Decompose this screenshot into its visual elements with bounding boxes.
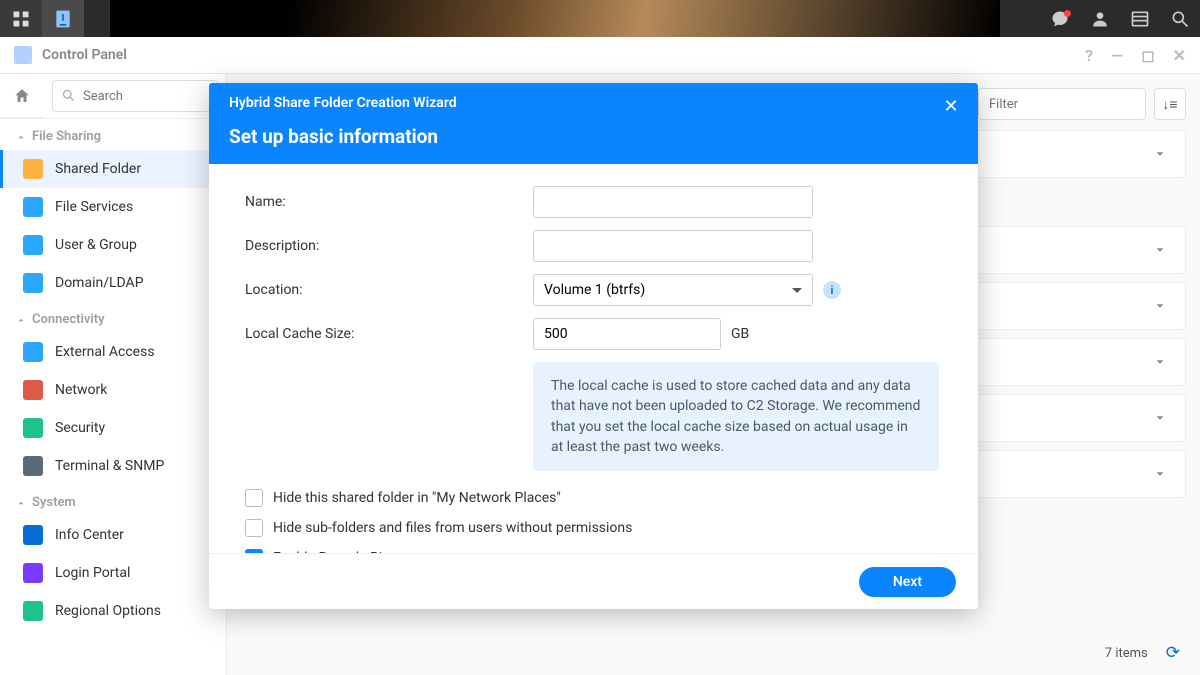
search-icon[interactable] bbox=[1160, 0, 1200, 37]
nav-icon bbox=[23, 235, 43, 255]
cache-size-input[interactable] bbox=[533, 318, 721, 350]
nav-icon bbox=[23, 342, 43, 362]
nav-label: Security bbox=[55, 420, 105, 436]
nav-icon bbox=[23, 273, 43, 293]
window-app-icon bbox=[14, 46, 32, 64]
cache-size-unit: GB bbox=[731, 326, 749, 342]
nav-icon bbox=[23, 418, 43, 438]
name-label: Name: bbox=[245, 194, 533, 210]
sidebar-group-header[interactable]: Connectivity bbox=[0, 302, 226, 333]
sidebar-item-shared-folder[interactable]: Shared Folder bbox=[0, 150, 226, 188]
cache-info-note: The local cache is used to store cached … bbox=[533, 362, 939, 471]
modal-footer: Next bbox=[209, 553, 978, 609]
sidebar-item-regional-options[interactable]: Regional Options bbox=[0, 592, 226, 630]
next-button[interactable]: Next bbox=[859, 567, 956, 597]
nav-icon bbox=[23, 456, 43, 476]
nav-icon bbox=[23, 525, 43, 545]
item-count-label: 7 items bbox=[1105, 646, 1148, 661]
user-icon[interactable] bbox=[1080, 0, 1120, 37]
help-button[interactable]: ? bbox=[1085, 46, 1093, 65]
enable-recycle-bin-checkbox[interactable]: Enable Recycle Bin bbox=[245, 549, 942, 553]
cache-size-label: Local Cache Size: bbox=[245, 326, 533, 342]
minimize-button[interactable]: — bbox=[1111, 46, 1123, 65]
sidebar-item-domain-ldap[interactable]: Domain/LDAP bbox=[0, 264, 226, 302]
checkbox-icon bbox=[245, 489, 263, 507]
sidebar-item-external-access[interactable]: External Access bbox=[0, 333, 226, 371]
sidebar-item-file-services[interactable]: File Services bbox=[0, 188, 226, 226]
checkbox-icon bbox=[245, 519, 263, 537]
window-title: Control Panel bbox=[42, 47, 127, 63]
name-input[interactable] bbox=[533, 186, 813, 218]
hide-subfolders-checkbox[interactable]: Hide sub-folders and files from users wi… bbox=[245, 519, 942, 537]
nav-label: Login Portal bbox=[55, 565, 130, 581]
chevron-up-icon bbox=[16, 315, 26, 325]
nav-label: Network bbox=[55, 382, 107, 398]
chevron-down-icon bbox=[1153, 147, 1167, 161]
system-bar bbox=[0, 0, 1200, 37]
chevron-down-icon bbox=[1153, 411, 1167, 425]
main-menu-button[interactable] bbox=[0, 0, 42, 37]
control-panel-task-button[interactable] bbox=[42, 0, 84, 37]
location-label: Location: bbox=[245, 282, 533, 298]
nav-label: User & Group bbox=[55, 237, 137, 253]
filter-input[interactable] bbox=[978, 88, 1146, 120]
modal-header: Hybrid Share Folder Creation Wizard Set … bbox=[209, 83, 978, 164]
nav-label: Regional Options bbox=[55, 603, 161, 619]
modal-body: Name: Description: Location: Volume 1 (b… bbox=[209, 164, 978, 553]
close-button[interactable]: ✕ bbox=[1173, 46, 1186, 65]
nav-icon bbox=[23, 197, 43, 217]
nav-label: File Services bbox=[55, 199, 133, 215]
chevron-up-icon bbox=[16, 498, 26, 508]
refresh-button[interactable]: ⟳ bbox=[1166, 643, 1180, 663]
search-icon bbox=[61, 88, 76, 103]
chevron-up-icon bbox=[16, 132, 26, 142]
home-button[interactable] bbox=[0, 74, 44, 118]
nav-label: Info Center bbox=[55, 527, 124, 543]
notification-dot bbox=[1064, 10, 1071, 17]
modal-subtitle: Set up basic information bbox=[229, 125, 958, 148]
sidebar-group-header[interactable]: System bbox=[0, 485, 226, 516]
info-icon[interactable]: i bbox=[823, 281, 841, 299]
sidebar-item-login-portal[interactable]: Login Portal bbox=[0, 554, 226, 592]
checkbox-icon bbox=[245, 549, 263, 553]
nav-icon bbox=[23, 601, 43, 621]
nav-label: Terminal & SNMP bbox=[55, 458, 164, 474]
nav-label: Shared Folder bbox=[55, 161, 141, 177]
nav-icon bbox=[23, 380, 43, 400]
chevron-down-icon bbox=[1153, 243, 1167, 257]
modal-title: Hybrid Share Folder Creation Wizard bbox=[229, 95, 958, 111]
sidebar-item-info-center[interactable]: Info Center bbox=[0, 516, 226, 554]
hide-network-places-checkbox[interactable]: Hide this shared folder in "My Network P… bbox=[245, 489, 942, 507]
sort-button[interactable]: ↓≡ bbox=[1154, 88, 1186, 120]
desktop-wallpaper-strip bbox=[110, 0, 1000, 37]
description-input[interactable] bbox=[533, 230, 813, 262]
maximize-button[interactable]: ◻ bbox=[1141, 46, 1154, 65]
description-label: Description: bbox=[245, 238, 533, 254]
hybrid-share-wizard-modal: Hybrid Share Folder Creation Wizard Set … bbox=[209, 83, 978, 609]
chat-icon[interactable] bbox=[1040, 0, 1080, 37]
chevron-down-icon bbox=[1153, 355, 1167, 369]
nav-label: Domain/LDAP bbox=[55, 275, 144, 291]
chevron-down-icon bbox=[1153, 467, 1167, 481]
sidebar-item-security[interactable]: Security bbox=[0, 409, 226, 447]
nav-label: External Access bbox=[55, 344, 155, 360]
sidebar-item-network[interactable]: Network bbox=[0, 371, 226, 409]
location-select[interactable]: Volume 1 (btrfs) bbox=[533, 274, 813, 306]
sidebar-group-header[interactable]: File Sharing bbox=[0, 119, 226, 150]
widgets-icon[interactable] bbox=[1120, 0, 1160, 37]
nav-icon bbox=[23, 563, 43, 583]
sidebar-item-user-group[interactable]: User & Group bbox=[0, 226, 226, 264]
sidebar-item-terminal-snmp[interactable]: Terminal & SNMP bbox=[0, 447, 226, 485]
chevron-down-icon bbox=[1153, 299, 1167, 313]
sidebar-search-input[interactable] bbox=[52, 80, 218, 112]
modal-close-button[interactable]: ✕ bbox=[940, 95, 962, 117]
sidebar: File Sharing Shared Folder File Services Us… bbox=[0, 74, 227, 675]
window-titlebar: Control Panel ? — ◻ ✕ bbox=[0, 37, 1200, 74]
nav-icon bbox=[23, 159, 43, 179]
